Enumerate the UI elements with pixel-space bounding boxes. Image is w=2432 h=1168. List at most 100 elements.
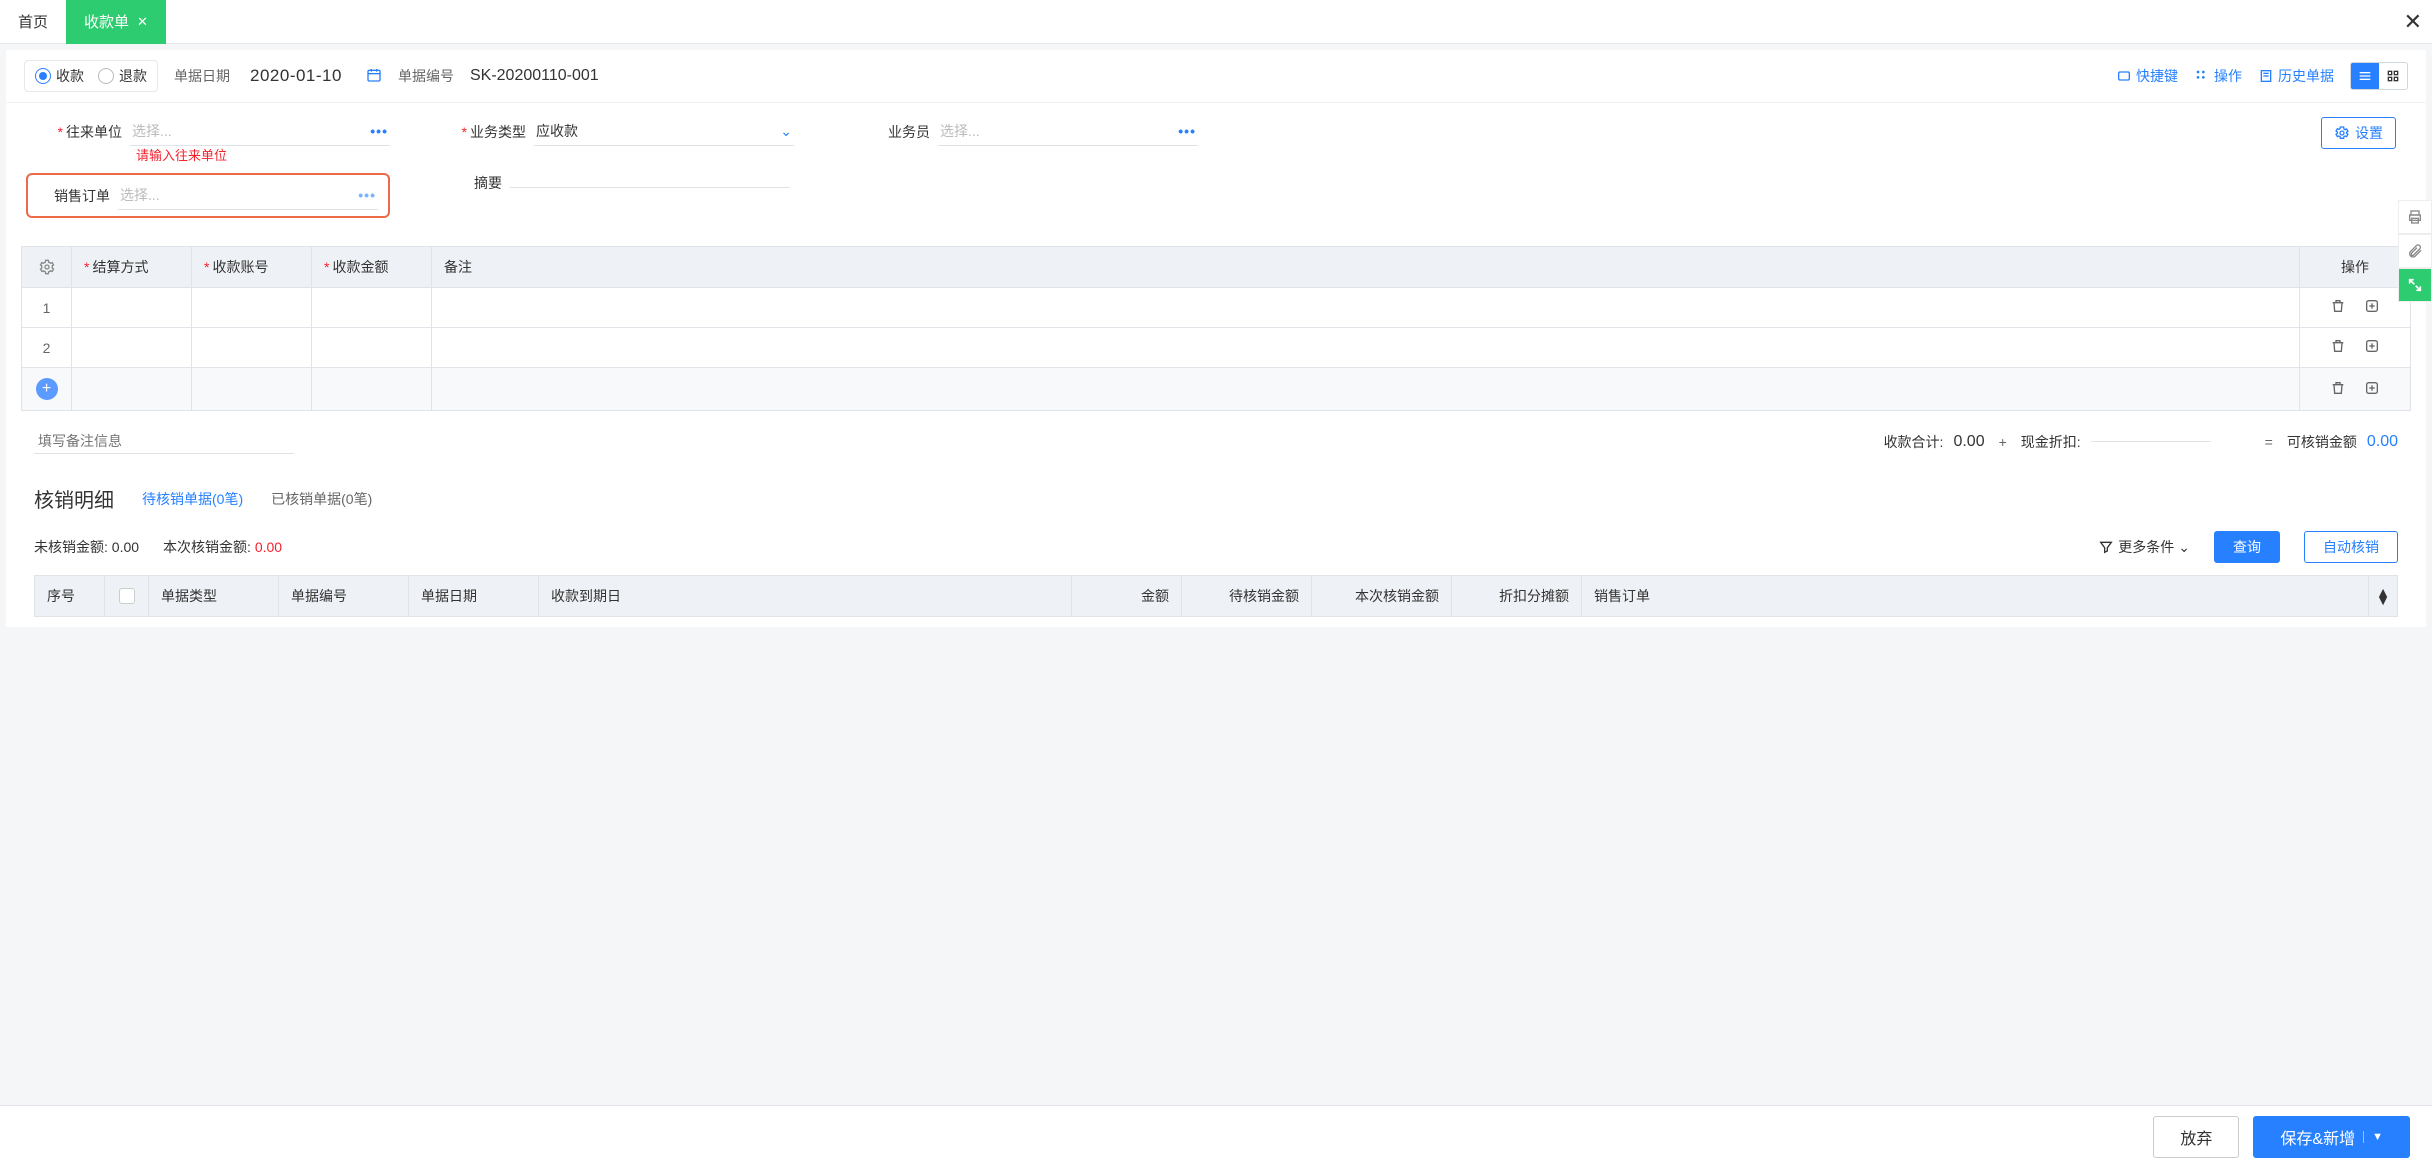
- table-row: 1: [22, 288, 2410, 328]
- col-amount: *收款金额: [312, 247, 432, 287]
- payment-table: *结算方式 *收款账号 *收款金额 备注 操作 1 2: [21, 246, 2411, 411]
- chevron-down-icon: ⌄: [2178, 539, 2190, 556]
- table-row: 2: [22, 328, 2410, 368]
- cell-remark[interactable]: [432, 288, 2300, 327]
- side-toolbar: [2398, 200, 2432, 302]
- total-value: 0.00: [1953, 433, 1984, 451]
- expand-icon[interactable]: [2398, 268, 2432, 302]
- col-this: 本次核销金额: [1312, 576, 1452, 616]
- col-ops: 操作: [2300, 247, 2410, 287]
- writeable-value: 0.00: [2367, 433, 2398, 451]
- party-select[interactable]: 选择... •••: [130, 117, 390, 146]
- col-remark: 备注: [432, 247, 2300, 287]
- radio-refund[interactable]: 退款: [98, 66, 147, 86]
- view-list-button[interactable]: [2351, 63, 2379, 89]
- table-footer-row: +: [22, 368, 2410, 410]
- more-icon[interactable]: •••: [1178, 123, 1196, 139]
- attachment-icon[interactable]: [2398, 234, 2432, 268]
- doc-no-label: 单据编号: [398, 66, 454, 86]
- summary-input[interactable]: [510, 179, 790, 188]
- print-icon[interactable]: [2398, 200, 2432, 234]
- bottom-bar: 放弃 保存&新增 ▼: [0, 1105, 2432, 1168]
- cell-method[interactable]: [72, 328, 192, 367]
- more-icon[interactable]: •••: [358, 187, 376, 203]
- chevron-down-icon[interactable]: ▼: [2363, 1131, 2383, 1143]
- receipt-type-radio-group: 收款 退款: [24, 60, 158, 92]
- date-label: 单据日期: [174, 66, 230, 86]
- col-no: 单据编号: [279, 576, 409, 616]
- add-row-icon[interactable]: [2364, 380, 2380, 399]
- shortcut-button[interactable]: 快捷键: [2116, 66, 2178, 86]
- radio-icon: [98, 68, 114, 84]
- date-value[interactable]: 2020-01-10: [246, 66, 346, 86]
- sales-order-field: 销售订单 选择... •••: [38, 181, 378, 210]
- discount-input[interactable]: [2091, 441, 2211, 442]
- tab-current[interactable]: 收款单 ✕: [66, 0, 166, 44]
- tab-current-label: 收款单: [84, 11, 129, 32]
- add-row-icon[interactable]: [2364, 298, 2380, 317]
- delete-icon[interactable]: [2330, 338, 2346, 357]
- tab-bar: 首页 收款单 ✕ ✕: [0, 0, 2432, 44]
- close-icon[interactable]: ✕: [137, 14, 148, 30]
- add-row-icon[interactable]: [2364, 338, 2380, 357]
- remark-input[interactable]: [34, 429, 294, 454]
- sales-order-highlight: 销售订单 选择... •••: [26, 173, 390, 218]
- col-date: 单据日期: [409, 576, 539, 616]
- sort-icon[interactable]: ▲▼: [2369, 576, 2397, 616]
- summary-field: 摘要: [440, 173, 790, 193]
- clerk-select[interactable]: 选择... •••: [938, 117, 1198, 146]
- auto-writeoff-button[interactable]: 自动核销: [2304, 531, 2398, 563]
- radio-receive[interactable]: 收款: [35, 66, 84, 86]
- chevron-down-icon: ⌄: [780, 123, 792, 140]
- cell-account[interactable]: [192, 288, 312, 327]
- gear-icon[interactable]: [22, 247, 72, 287]
- col-seq: 序号: [35, 576, 105, 616]
- doc-no-value: SK-20200110-001: [470, 67, 599, 85]
- operate-button[interactable]: 操作: [2194, 66, 2242, 86]
- col-due: 收款到期日: [539, 576, 1072, 616]
- tab-done[interactable]: 已核销单据(0笔): [271, 489, 372, 509]
- cell-method[interactable]: [72, 288, 192, 327]
- cell-account[interactable]: [192, 328, 312, 367]
- delete-icon[interactable]: [2330, 298, 2346, 317]
- tab-pending[interactable]: 待核销单据(0笔): [142, 489, 243, 509]
- writeoff-title: 核销明细: [34, 484, 114, 513]
- cancel-button[interactable]: 放弃: [2153, 1116, 2239, 1158]
- writeoff-table: 序号 单据类型 单据编号 单据日期 收款到期日 金额 待核销金额 本次核销金额 …: [34, 575, 2398, 617]
- clerk-field: 业务员 选择... •••: [844, 117, 1198, 146]
- col-order: 销售订单: [1582, 576, 2369, 616]
- summary-bar: 收款合计: 0.00 + 现金折扣: = 可核销金额 0.00: [6, 417, 2426, 466]
- add-row-button[interactable]: +: [22, 368, 72, 410]
- sales-order-select[interactable]: 选择... •••: [118, 181, 378, 210]
- party-field: *往来单位 选择... ••• 请输入往来单位: [36, 117, 390, 146]
- cell-amount[interactable]: [312, 288, 432, 327]
- thistime-value: 0.00: [255, 539, 282, 555]
- biztype-field: *业务类型 应收款 ⌄: [440, 117, 794, 146]
- col-pend: 待核销金额: [1182, 576, 1312, 616]
- settings-button[interactable]: 设置: [2321, 117, 2396, 149]
- cell-remark[interactable]: [432, 328, 2300, 367]
- save-button[interactable]: 保存&新增 ▼: [2253, 1116, 2410, 1158]
- row-number: 1: [22, 288, 72, 327]
- cell-amount[interactable]: [312, 328, 432, 367]
- radio-icon: [35, 68, 51, 84]
- history-button[interactable]: 历史单据: [2258, 66, 2334, 86]
- party-error: 请输入往来单位: [136, 145, 227, 164]
- view-grid-button[interactable]: [2379, 63, 2407, 89]
- delete-icon[interactable]: [2330, 380, 2346, 399]
- col-method: *结算方式: [72, 247, 192, 287]
- more-conditions[interactable]: 更多条件 ⌄: [2098, 537, 2190, 557]
- tab-home[interactable]: 首页: [0, 0, 66, 44]
- close-icon[interactable]: ✕: [2404, 9, 2422, 35]
- document-toolbar: 收款 退款 单据日期 2020-01-10 单据编号 SK-20200110-0…: [6, 50, 2426, 103]
- col-amt: 金额: [1072, 576, 1182, 616]
- unwritten-value: 0.00: [112, 539, 139, 555]
- more-icon[interactable]: •••: [370, 123, 388, 139]
- col-checkbox[interactable]: [105, 576, 149, 616]
- row-number: 2: [22, 328, 72, 367]
- biztype-select[interactable]: 应收款 ⌄: [534, 117, 794, 146]
- view-switch: [2350, 62, 2408, 90]
- col-disc: 折扣分摊额: [1452, 576, 1582, 616]
- query-button[interactable]: 查询: [2214, 531, 2280, 563]
- calendar-icon[interactable]: [366, 67, 382, 86]
